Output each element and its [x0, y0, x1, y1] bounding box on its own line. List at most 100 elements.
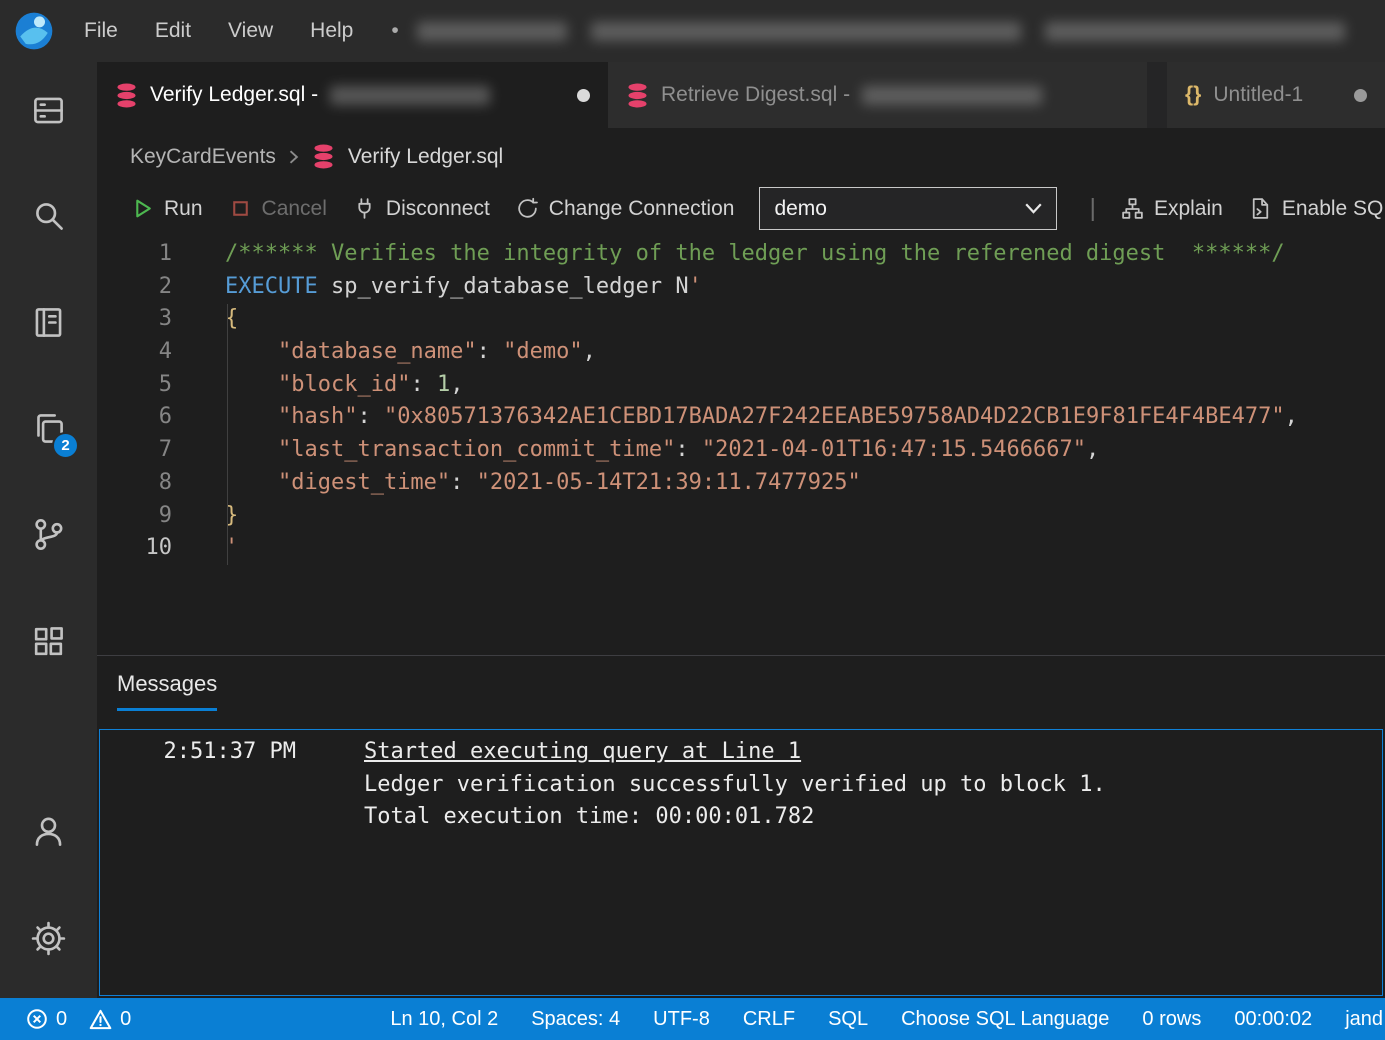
- status-item-indentation[interactable]: Spaces: 4: [531, 1008, 620, 1031]
- tab-label: Verify Ledger.sql -: [150, 83, 318, 107]
- tab-untitled-1[interactable]: {} Untitled-1: [1167, 62, 1385, 128]
- change-connection-button[interactable]: Change Connection: [515, 196, 735, 221]
- tab-strip: Verify Ledger.sql - Retrieve Digest.sql …: [97, 62, 1385, 128]
- code-line[interactable]: 3{: [97, 303, 1385, 336]
- database-selector[interactable]: demo: [759, 187, 1057, 230]
- editors-count-badge: 2: [52, 432, 79, 459]
- tab-messages[interactable]: Messages: [117, 671, 217, 711]
- explain-icon: [1120, 196, 1145, 221]
- message-row[interactable]: Ledger verification successfully verifie…: [100, 769, 1382, 802]
- message-text: Total execution time: 00:00:01.782: [364, 801, 814, 834]
- settings-gear-icon[interactable]: [30, 920, 67, 957]
- app-logo-icon: [12, 9, 56, 53]
- line-number: 9: [97, 500, 172, 533]
- message-row[interactable]: 2:51:37 PM Started executing query at Lin…: [100, 736, 1382, 769]
- error-icon: [26, 1008, 48, 1030]
- disconnect-label: Disconnect: [386, 197, 490, 221]
- line-number: 10: [97, 532, 172, 565]
- tab-retrieve-digest[interactable]: Retrieve Digest.sql -: [608, 62, 1147, 128]
- message-time: 2:51:37 PM: [100, 736, 296, 769]
- messages-results[interactable]: 2:51:37 PM Started executing query at Lin…: [99, 729, 1383, 996]
- menubar: File Edit View Help: [84, 19, 353, 43]
- status-item-cursor-position[interactable]: Ln 10, Col 2: [390, 1008, 498, 1031]
- change-connection-label: Change Connection: [549, 197, 735, 221]
- redacted-title-text-3: [1045, 22, 1345, 41]
- code-lines: 1 /****** Verifies the integrity of the l…: [97, 238, 1385, 565]
- problems-indicator[interactable]: 0 0: [26, 1008, 145, 1031]
- status-item-encoding[interactable]: UTF-8: [653, 1008, 710, 1031]
- code-text: EXECUTE sp_verify_database_ledger N': [225, 271, 702, 304]
- sqlcmd-icon: [1248, 196, 1273, 221]
- run-button[interactable]: Run: [130, 196, 203, 221]
- enable-sqlcmd-button[interactable]: Enable SQLCMD: [1248, 196, 1385, 221]
- code-line[interactable]: 5 "block_id": 1,: [97, 369, 1385, 402]
- account-icon[interactable]: [30, 813, 67, 850]
- disconnect-button[interactable]: Disconnect: [352, 196, 490, 221]
- code-text: "database_name": "demo",: [225, 336, 596, 369]
- sql-editor[interactable]: 1 /****** Verifies the integrity of the l…: [97, 232, 1385, 655]
- query-toolbar: Run Cancel Disconnect Change Connection: [97, 185, 1385, 232]
- message-text: Ledger verification successfully verifie…: [364, 769, 1106, 802]
- breadcrumb-file[interactable]: Verify Ledger.sql: [348, 145, 503, 169]
- status-right: Ln 10, Col 2 Spaces: 4 UTF-8 CRLF SQL Choose …: [390, 1008, 1385, 1031]
- line-number: 7: [97, 434, 172, 467]
- toolbar-separator: |: [1089, 194, 1096, 223]
- chevron-down-icon: [1025, 203, 1042, 214]
- title-modified-dot: •: [391, 19, 398, 43]
- database-selector-value: demo: [774, 197, 827, 221]
- connections-icon[interactable]: [30, 92, 67, 129]
- panel-header: Messages: [97, 656, 1385, 729]
- messages-rows: 2:51:37 PM Started executing query at Lin…: [100, 736, 1382, 834]
- code-line[interactable]: 6 "hash": "0x80571376342AE1CEBD17BADA27F…: [97, 401, 1385, 434]
- redacted-tab-text: [330, 86, 490, 105]
- message-time: [100, 801, 296, 834]
- status-item-elapsed-time[interactable]: 00:00:02: [1234, 1008, 1312, 1031]
- message-text: Started executing query at Line 1: [364, 736, 801, 769]
- code-line[interactable]: 4 "database_name": "demo",: [97, 336, 1385, 369]
- database-icon: [312, 144, 335, 169]
- line-number: 5: [97, 369, 172, 402]
- code-line[interactable]: 10': [97, 532, 1385, 565]
- database-icon: [115, 83, 138, 108]
- menu-item-edit[interactable]: Edit: [155, 19, 191, 43]
- code-text: "last_transaction_commit_time": "2021-04…: [225, 434, 1099, 467]
- code-text: /****** Verifies the integrity of the le…: [225, 238, 1285, 271]
- message-row[interactable]: Total execution time: 00:00:01.782: [100, 801, 1382, 834]
- source-control-icon[interactable]: [30, 516, 67, 553]
- code-line[interactable]: 9}: [97, 500, 1385, 533]
- code-line[interactable]: 1 /****** Verifies the integrity of the l…: [97, 238, 1385, 271]
- status-item-language[interactable]: SQL: [828, 1008, 868, 1031]
- modified-dot[interactable]: [577, 89, 590, 102]
- cancel-label: Cancel: [262, 197, 327, 221]
- explain-label: Explain: [1154, 197, 1223, 221]
- line-number: 3: [97, 303, 172, 336]
- status-item-row-count[interactable]: 0 rows: [1142, 1008, 1201, 1031]
- code-text: "digest_time": "2021-05-14T21:39:11.7477…: [225, 467, 861, 500]
- extensions-icon[interactable]: [30, 623, 67, 660]
- modified-dot[interactable]: [1354, 89, 1367, 102]
- database-icon: [626, 83, 649, 108]
- search-icon[interactable]: [30, 197, 67, 234]
- notebooks-icon[interactable]: [30, 304, 67, 341]
- code-line[interactable]: 7 "last_transaction_commit_time": "2021-…: [97, 434, 1385, 467]
- tab-verify-ledger[interactable]: Verify Ledger.sql -: [97, 62, 608, 128]
- menu-item-file[interactable]: File: [84, 19, 118, 43]
- code-line[interactable]: 2EXECUTE sp_verify_database_ledger N': [97, 271, 1385, 304]
- menu-item-help[interactable]: Help: [310, 19, 353, 43]
- status-bar: 0 0 Ln 10, Col 2 Spaces: 4 UTF-8 CRLF SQL Cho…: [0, 998, 1385, 1040]
- status-item-eol[interactable]: CRLF: [743, 1008, 795, 1031]
- run-icon: [130, 196, 155, 221]
- breadcrumb-folder[interactable]: KeyCardEvents: [130, 145, 276, 169]
- cancel-button[interactable]: Cancel: [228, 196, 327, 221]
- status-item-choose-language[interactable]: Choose SQL Language: [901, 1008, 1109, 1031]
- status-item-connection-user[interactable]: jand: [1345, 1008, 1383, 1031]
- menu-item-view[interactable]: View: [228, 19, 273, 43]
- explain-button[interactable]: Explain: [1120, 196, 1223, 221]
- activity-bar: 2: [0, 62, 97, 998]
- tab-label: Untitled-1: [1213, 83, 1303, 107]
- code-line[interactable]: 8 "digest_time": "2021-05-14T21:39:11.74…: [97, 467, 1385, 500]
- indent-guide: [227, 304, 228, 565]
- tab-label: Retrieve Digest.sql -: [661, 83, 850, 107]
- line-number: 1: [97, 238, 172, 271]
- error-count: 0: [56, 1008, 67, 1031]
